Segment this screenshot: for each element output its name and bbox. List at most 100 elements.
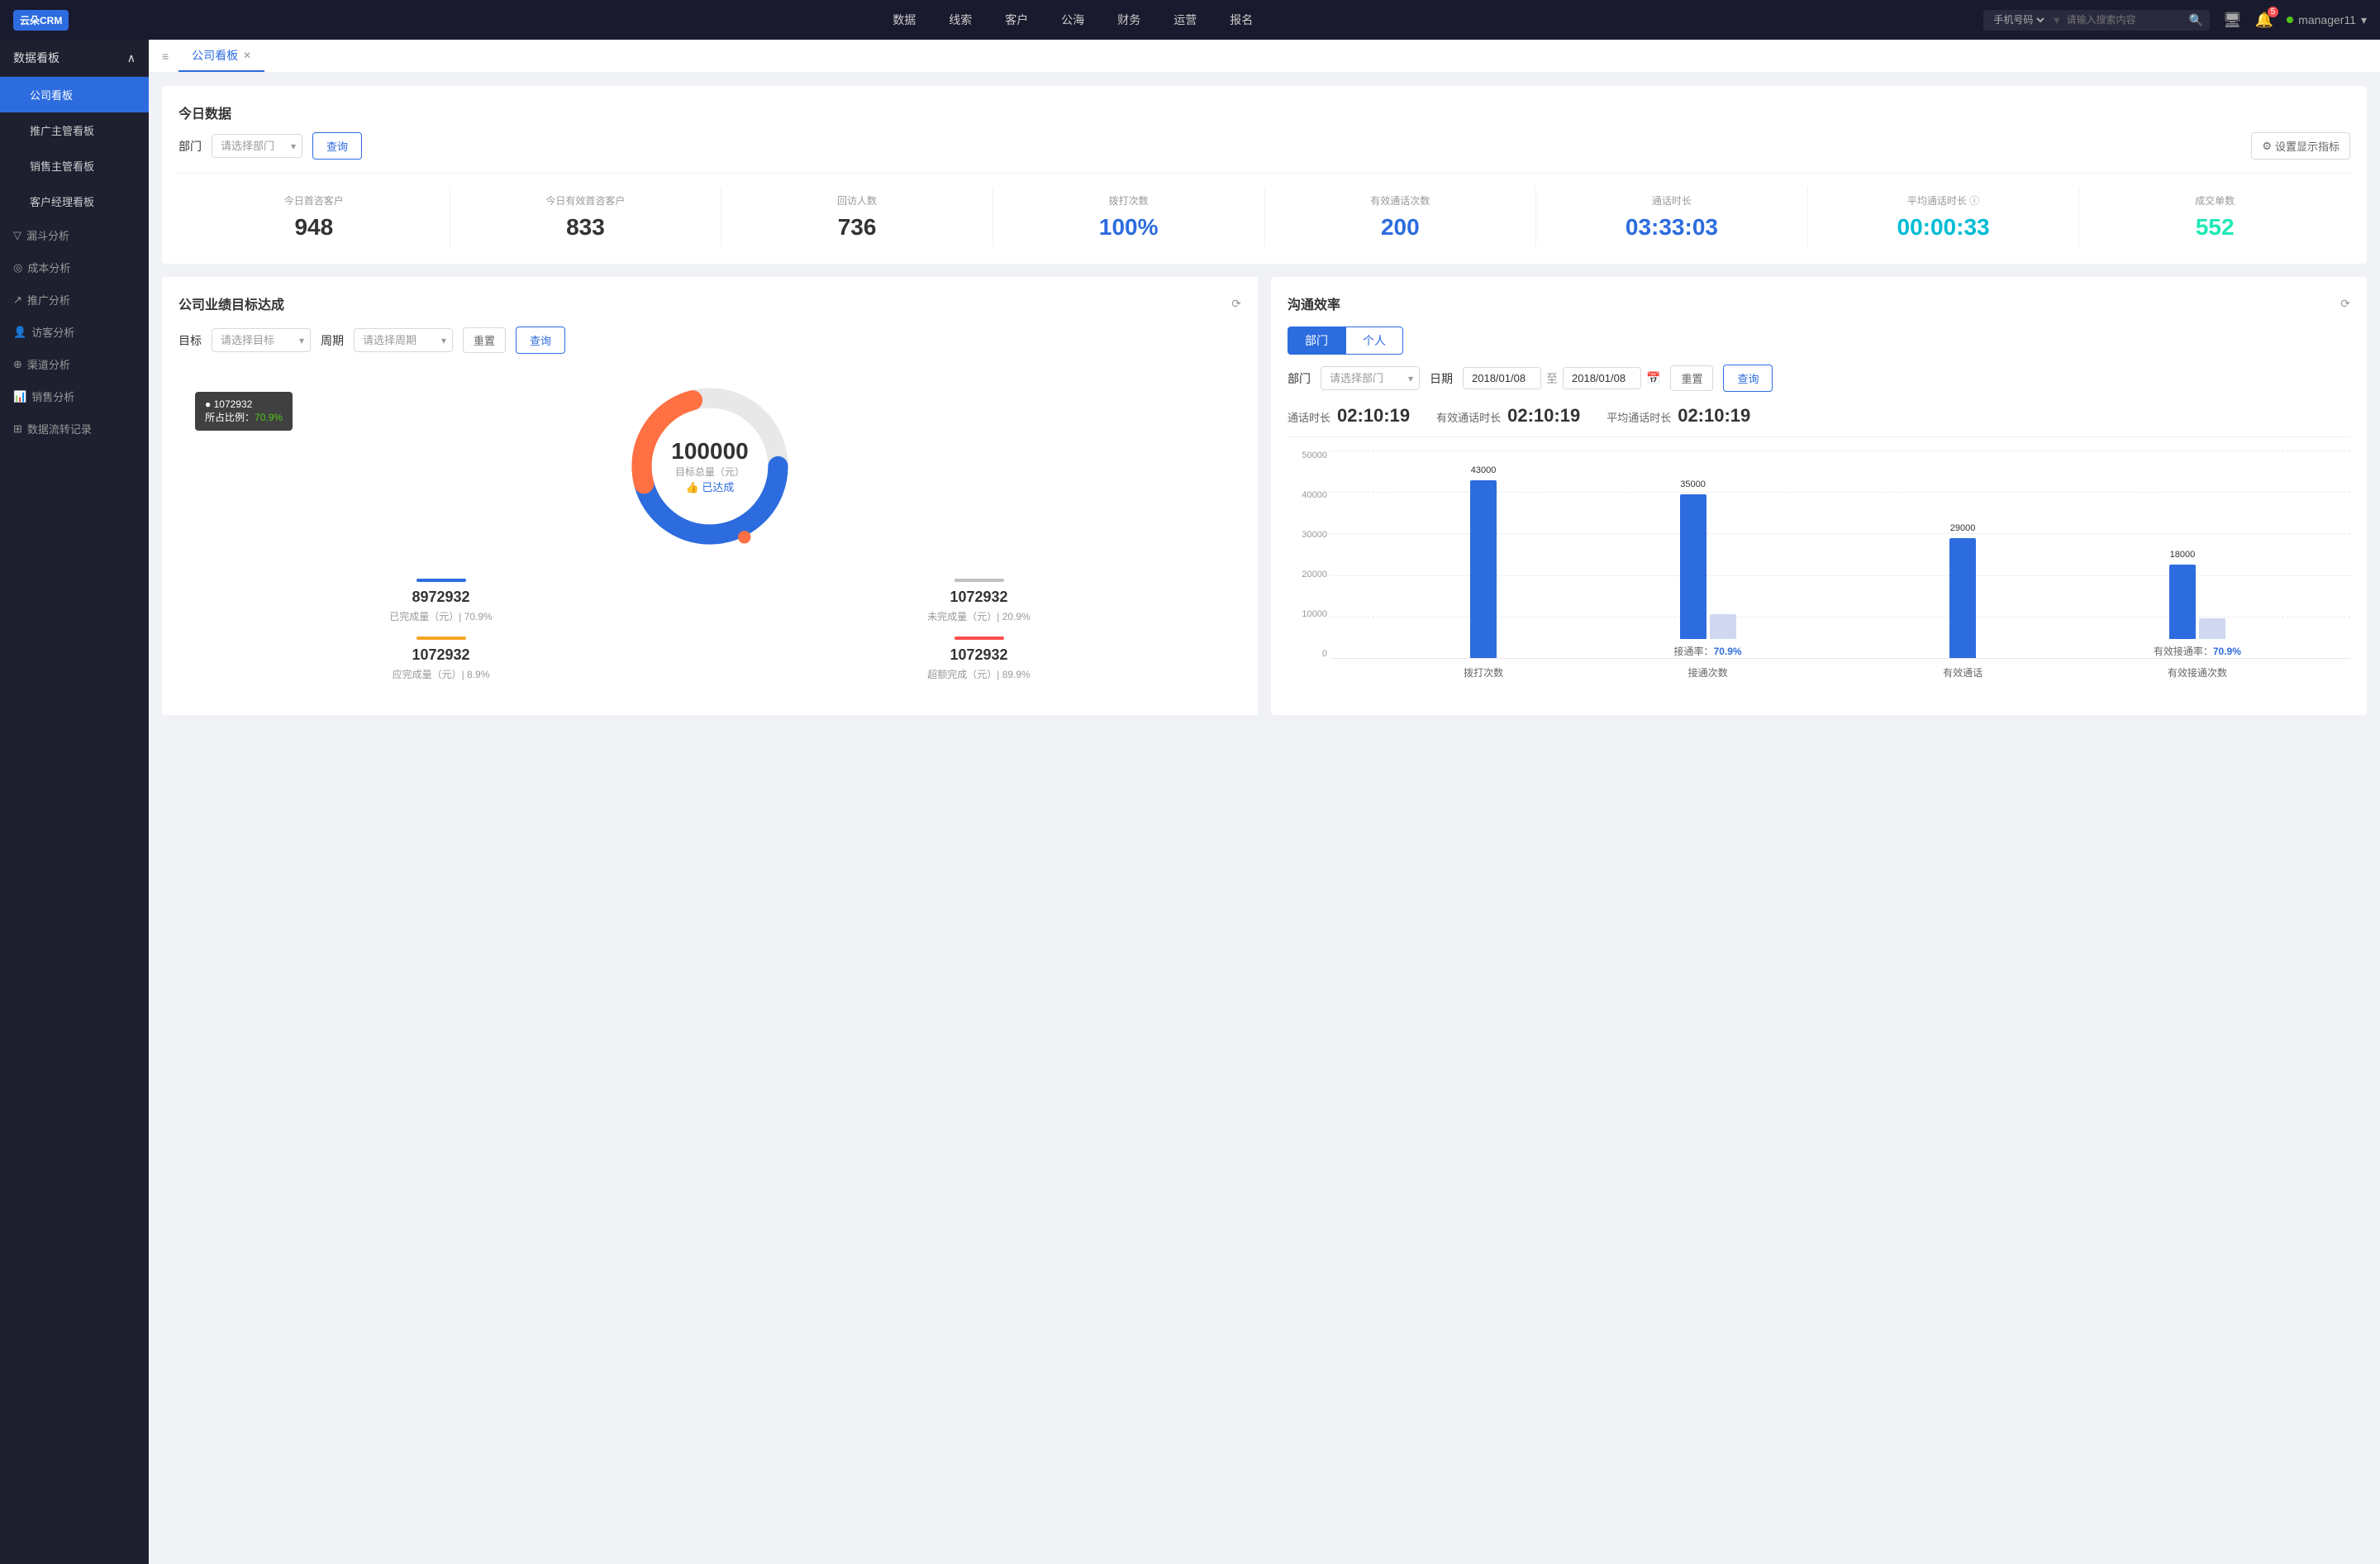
- tooltip-ratio: 70.9%: [255, 412, 283, 423]
- sidebar-item-customer-board[interactable]: 客户经理看板: [0, 184, 149, 219]
- y-axis-labels: 50000 40000 30000 20000 10000 0: [1288, 451, 1327, 659]
- metric-valid-calls: 有效通话次数 200: [1265, 187, 1537, 247]
- y-label-0: 0: [1288, 649, 1327, 659]
- bar-value-label: 35000: [1680, 479, 1706, 489]
- sidebar-item-cost[interactable]: ◎ 成本分析: [0, 251, 149, 284]
- sidebar-item-promote[interactable]: ↗ 推广分析: [0, 284, 149, 316]
- bar-effective-blue: 18000: [2169, 565, 2196, 639]
- comm-tab-personal[interactable]: 个人: [1345, 327, 1403, 355]
- target-query-button[interactable]: 查询: [516, 327, 565, 354]
- nav-customer[interactable]: 客户: [998, 8, 1035, 31]
- search-input[interactable]: [2066, 14, 2182, 26]
- target-select[interactable]: 请选择目标: [212, 328, 311, 352]
- stat-value: 1072932: [178, 646, 703, 664]
- nav-register[interactable]: 报名: [1223, 8, 1259, 31]
- search-box: 手机号码 ▾ 🔍: [1983, 10, 2209, 31]
- metric-dial-count: 拨打次数 100%: [993, 187, 1265, 247]
- calendar-icon[interactable]: 📅: [1646, 371, 1660, 385]
- sidebar-collapse-icon[interactable]: ∧: [127, 51, 136, 65]
- search-type-select[interactable]: 手机号码: [1990, 13, 2047, 26]
- metric-label: 拨打次数: [1003, 193, 1254, 207]
- metric-deals: 成交单数 552: [2079, 187, 2350, 247]
- user-dropdown-icon[interactable]: ▾: [2361, 13, 2367, 27]
- stat-bar-over: [954, 637, 1004, 640]
- metric-label: 平均通话时长 ⓘ: [1818, 193, 2069, 207]
- monitor-icon[interactable]: 🖥: [2223, 12, 2242, 29]
- nav-sea[interactable]: 公海: [1054, 8, 1091, 31]
- setting-display-button[interactable]: ⚙ 设置显示指标: [2251, 132, 2350, 160]
- bar-valid-blue: 29000: [1949, 538, 1976, 658]
- comm-dept-label: 部门: [1288, 370, 1311, 387]
- comm-reset-button[interactable]: 重置: [1670, 365, 1713, 391]
- sidebar-item-sales[interactable]: 📊 销售分析: [0, 380, 149, 412]
- logo-box: 云朵CRM: [13, 10, 69, 31]
- bar-connect-blue: 35000: [1680, 494, 1706, 639]
- today-section: 今日数据 部门 请选择部门 查询 ⚙ 设置显示指标: [162, 86, 2367, 264]
- sidebar-item-label: 销售主管看板: [30, 158, 94, 174]
- date-start-input[interactable]: [1463, 367, 1541, 389]
- today-query-button[interactable]: 查询: [312, 132, 362, 160]
- comm-panel: 沟通效率 ⟳ 部门 个人 部门 请选择部门 日期: [1271, 277, 2367, 715]
- chart-group-effective: 18000 有效接通率：70.9%: [2075, 432, 2320, 658]
- sidebar-item-label: 成本分析: [27, 260, 70, 275]
- comm-tab-dept[interactable]: 部门: [1288, 327, 1345, 355]
- stat-completed: 8972932 已完成量（元）| 70.9%: [178, 579, 703, 623]
- comm-dept-select-wrapper: 请选择部门: [1321, 366, 1420, 390]
- brand-name: 云朵CRM: [20, 15, 62, 26]
- period-select[interactable]: 请选择周期: [354, 328, 453, 352]
- setting-label: 设置显示指标: [2275, 138, 2340, 154]
- sidebar-item-channel[interactable]: ⊕ 渠道分析: [0, 348, 149, 380]
- main-content: ≡ 公司看板 ✕ 今日数据 部门 请选择部门 查询 ⚙: [149, 40, 2380, 728]
- nav-operation[interactable]: 运营: [1167, 8, 1203, 31]
- bars-valid: 29000: [1949, 451, 1976, 658]
- dept-select[interactable]: 请选择部门: [212, 134, 302, 158]
- nav-data[interactable]: 数据: [886, 8, 922, 31]
- metric-valid-first-consult: 今日有效首咨客户 833: [450, 187, 722, 247]
- bar-blue: [2169, 565, 2196, 639]
- tab-menu-icon[interactable]: ≡: [162, 50, 169, 63]
- comm-stat-avg-duration: 平均通话时长02:10:19: [1606, 405, 1750, 427]
- channel-icon: ⊕: [13, 358, 22, 371]
- sidebar: 数据看板 ∧ 公司看板 推广主管看板 销售主管看板 客户经理看板 ▽ 漏斗分析 …: [0, 40, 149, 1564]
- bars-connect: 35000: [1680, 432, 1736, 639]
- sidebar-item-company-board[interactable]: 公司看板: [0, 77, 149, 112]
- connect-rate: 接通率：70.9%: [1674, 644, 1742, 658]
- stat-value: 1072932: [716, 646, 1241, 664]
- tooltip-value: 1072932: [214, 398, 253, 410]
- sidebar-header[interactable]: 数据看板 ∧: [0, 40, 149, 77]
- nav-right: 手机号码 ▾ 🔍 🖥 🔔 5 manager11 ▾: [1983, 10, 2367, 31]
- sidebar-item-sales-board[interactable]: 销售主管看板: [0, 148, 149, 184]
- search-icon[interactable]: 🔍: [2188, 13, 2202, 27]
- date-end-input[interactable]: [1563, 367, 1641, 389]
- bar-value-label: 29000: [1950, 523, 1976, 533]
- comm-dept-select[interactable]: 请选择部门: [1321, 366, 1420, 390]
- comm-refresh-icon[interactable]: ⟳: [2340, 297, 2350, 311]
- target-reset-button[interactable]: 重置: [463, 327, 506, 353]
- sidebar-item-label: 客户经理看板: [30, 193, 94, 209]
- target-panel: 公司业绩目标达成 ⟳ 目标 请选择目标 周期 请选择周期: [162, 277, 1258, 715]
- target-panel-header: 公司业绩目标达成 ⟳: [178, 293, 1241, 313]
- tab-company-board[interactable]: 公司看板 ✕: [178, 41, 264, 72]
- tab-close-icon[interactable]: ✕: [243, 50, 251, 61]
- bar-chart-container: 50000 40000 30000 20000 10000 0: [1288, 451, 2350, 699]
- metrics-row: 今日首咨客户 948 今日有效首咨客户 833 回访人数 736 拨打次数 10…: [178, 173, 2350, 247]
- sidebar-item-record[interactable]: ⊞ 数据流转记录: [0, 412, 149, 445]
- sidebar-item-promote-board[interactable]: 推广主管看板: [0, 112, 149, 148]
- metric-call-duration: 通话时长 03:33:03: [1536, 187, 1808, 247]
- sidebar-item-funnel[interactable]: ▽ 漏斗分析: [0, 219, 149, 251]
- comm-avg-duration-value: 02:10:19: [1678, 405, 1750, 426]
- comm-query-button[interactable]: 查询: [1723, 365, 1773, 392]
- x-label-valid: 有效通话: [1861, 665, 2065, 679]
- notification-icon[interactable]: 🔔 5: [2255, 12, 2273, 29]
- info-icon[interactable]: ⓘ: [1969, 195, 1979, 207]
- refresh-icon[interactable]: ⟳: [1231, 297, 1241, 311]
- stat-label: 已完成量（元）| 70.9%: [178, 609, 703, 623]
- nav-finance[interactable]: 财务: [1111, 8, 1147, 31]
- user-info[interactable]: manager11 ▾: [2287, 13, 2367, 27]
- target-label: 目标: [178, 332, 202, 349]
- stat-label: 应完成量（元）| 8.9%: [178, 667, 703, 681]
- sidebar-item-visitor[interactable]: 👤 访客分析: [0, 316, 149, 348]
- date-separator: 至: [1546, 370, 1558, 387]
- bar-gray: [2199, 618, 2225, 639]
- nav-leads[interactable]: 线索: [942, 8, 978, 31]
